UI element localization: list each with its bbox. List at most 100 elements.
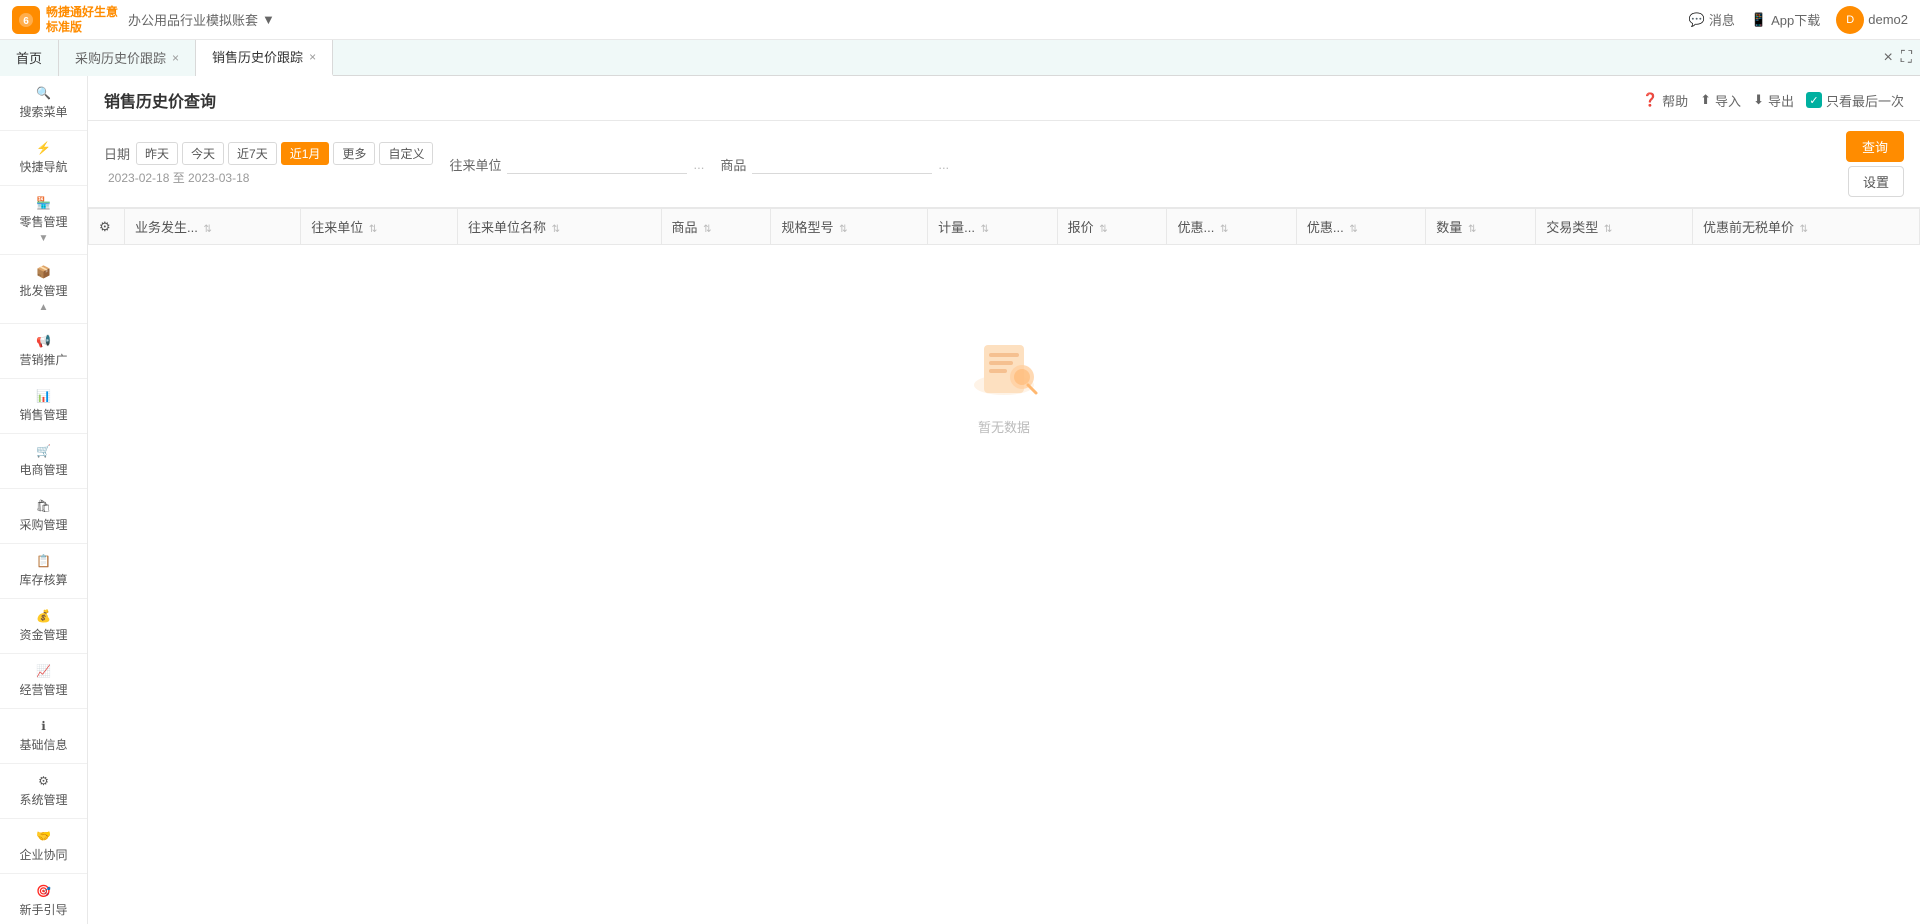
settings-button[interactable]: 设置 bbox=[1848, 166, 1904, 197]
date-btn-1month[interactable]: 近1月 bbox=[281, 142, 330, 165]
tab-home[interactable]: 首页 bbox=[0, 40, 59, 76]
app-selector[interactable]: 办公用品行业模拟账套 ▼ bbox=[128, 10, 275, 29]
sidebar-item-inventory[interactable]: 📋 库存核算 bbox=[0, 544, 87, 599]
col-trade-type-sort: ⇅ bbox=[1604, 224, 1612, 235]
import-action[interactable]: ⬆ 导入 bbox=[1700, 91, 1741, 110]
col-settings[interactable]: ⚙ bbox=[89, 209, 125, 245]
col-discount1-label: 优惠... bbox=[1177, 220, 1214, 235]
new-guide-icon: 🎯 bbox=[36, 884, 51, 898]
date-btn-more[interactable]: 更多 bbox=[333, 142, 375, 165]
col-product-sort: ⇅ bbox=[703, 224, 711, 235]
query-button[interactable]: 查询 bbox=[1846, 131, 1904, 162]
sidebar-item-marketing[interactable]: 📢 营销推广 bbox=[0, 324, 87, 379]
sidebar-item-sales-mgmt[interactable]: 📊 销售管理 bbox=[0, 379, 87, 434]
table-area: ⚙ 业务发生... ⇅ 往来单位 ⇅ 往来单位名称 ⇅ bbox=[88, 208, 1920, 924]
col-pre-tax-price[interactable]: 优惠前无税单价 ⇅ bbox=[1692, 209, 1919, 245]
help-label: 帮助 bbox=[1662, 91, 1688, 110]
col-qty[interactable]: 数量 ⇅ bbox=[1426, 209, 1536, 245]
purchase-tab-close[interactable]: × bbox=[172, 51, 179, 65]
col-unit-name[interactable]: 往来单位名称 ⇅ bbox=[457, 209, 661, 245]
date-btn-today[interactable]: 今天 bbox=[182, 142, 224, 165]
sidebar-label-retail-mgmt: 零售管理 bbox=[19, 213, 67, 230]
content-area: 销售历史价查询 ❓ 帮助 ⬆ 导入 ⬇ 导出 只看最后一次 bbox=[88, 76, 1920, 924]
col-trade-type-label: 交易类型 bbox=[1546, 220, 1598, 235]
ecommerce-mgmt-icon: 🛒 bbox=[36, 444, 51, 458]
message-icon: 💬 bbox=[1689, 12, 1705, 28]
col-product-label: 商品 bbox=[672, 220, 698, 235]
sidebar-item-ops-mgmt[interactable]: 📈 经营管理 bbox=[0, 654, 87, 709]
sidebar-item-wholesale-mgmt[interactable]: 📦 批发管理 ▲ bbox=[0, 255, 87, 324]
date-btn-custom[interactable]: 自定义 bbox=[379, 142, 433, 165]
sidebar-label-new-guide: 新手引导 bbox=[19, 901, 67, 918]
table-header: ⚙ 业务发生... ⇅ 往来单位 ⇅ 往来单位名称 ⇅ bbox=[89, 209, 1920, 245]
sidebar-item-system-mgmt[interactable]: ⚙ 系统管理 bbox=[0, 764, 87, 819]
sidebar-item-enterprise-coop[interactable]: 🤝 企业协同 bbox=[0, 819, 87, 874]
empty-state: 暂无数据 bbox=[89, 245, 1920, 516]
only-last-checkbox[interactable]: 只看最后一次 bbox=[1806, 91, 1904, 110]
sidebar-item-search-menu[interactable]: 🔍 搜索菜单 bbox=[0, 76, 87, 131]
col-unit-code-sort: ⇅ bbox=[369, 224, 377, 235]
date-btn-7days[interactable]: 近7天 bbox=[228, 142, 277, 165]
logo-area: 6 畅捷通好生意 标准版 bbox=[12, 5, 118, 34]
col-discount2[interactable]: 优惠... ⇅ bbox=[1296, 209, 1425, 245]
col-discount2-label: 优惠... bbox=[1307, 220, 1344, 235]
finance-mgmt-icon: 💰 bbox=[36, 609, 51, 623]
col-quote-label: 报价 bbox=[1068, 220, 1094, 235]
user-menu[interactable]: D demo2 bbox=[1836, 6, 1908, 34]
sidebar-label-system-mgmt: 系统管理 bbox=[19, 791, 67, 808]
import-label: 导入 bbox=[1715, 91, 1741, 110]
col-trade-type[interactable]: 交易类型 ⇅ bbox=[1536, 209, 1693, 245]
purchase-tab-label: 采购历史价跟踪 bbox=[75, 48, 166, 67]
filter-area: 日期 昨天 今天 近7天 近1月 更多 自定义 2023-02-18 至 202… bbox=[88, 121, 1920, 208]
app-download-button[interactable]: 📱 App下载 bbox=[1751, 10, 1820, 29]
col-unit[interactable]: 计量... ⇅ bbox=[928, 209, 1057, 245]
app-download-label: App下载 bbox=[1771, 10, 1820, 29]
svg-text:6: 6 bbox=[23, 16, 29, 27]
col-pre-tax-price-sort: ⇅ bbox=[1800, 224, 1808, 235]
col-discount2-sort: ⇅ bbox=[1349, 224, 1357, 235]
system-mgmt-icon: ⚙ bbox=[38, 774, 49, 788]
col-qty-sort: ⇅ bbox=[1468, 224, 1476, 235]
page-title: 销售历史价查询 bbox=[104, 88, 216, 112]
col-spec-sort: ⇅ bbox=[839, 224, 847, 235]
tab-bar: 首页 采购历史价跟踪 × 销售历史价跟踪 × × ⛶ bbox=[0, 40, 1920, 76]
sidebar-label-purchase-mgmt: 采购管理 bbox=[19, 516, 67, 533]
tab-purchase-history[interactable]: 采购历史价跟踪 × bbox=[59, 40, 196, 76]
help-action[interactable]: ❓ 帮助 bbox=[1642, 91, 1688, 110]
sidebar-item-retail-mgmt[interactable]: 🏪 零售管理 ▼ bbox=[0, 186, 87, 255]
fullscreen-action[interactable]: ⛶ bbox=[1901, 49, 1912, 67]
help-icon: ❓ bbox=[1642, 92, 1658, 108]
import-icon: ⬆ bbox=[1700, 92, 1711, 108]
logo-icon: 6 bbox=[12, 6, 40, 34]
tab-sales-history[interactable]: 销售历史价跟踪 × bbox=[196, 40, 333, 76]
from-unit-dots: ... bbox=[693, 157, 704, 172]
checkbox-icon bbox=[1806, 92, 1822, 108]
close-tab-action[interactable]: × bbox=[1883, 49, 1892, 67]
sales-tab-close[interactable]: × bbox=[309, 50, 316, 64]
message-button[interactable]: 💬 消息 bbox=[1689, 10, 1735, 29]
col-biz-date[interactable]: 业务发生... ⇅ bbox=[125, 209, 301, 245]
enterprise-coop-icon: 🤝 bbox=[36, 829, 51, 843]
empty-text: 暂无数据 bbox=[978, 417, 1030, 436]
from-unit-input[interactable] bbox=[507, 154, 687, 174]
col-quote[interactable]: 报价 ⇅ bbox=[1057, 209, 1167, 245]
product-input[interactable] bbox=[752, 154, 932, 174]
col-product[interactable]: 商品 ⇅ bbox=[661, 209, 771, 245]
date-btn-yesterday[interactable]: 昨天 bbox=[136, 142, 178, 165]
sidebar-item-new-guide[interactable]: 🎯 新手引导 bbox=[0, 874, 87, 924]
sidebar-item-ecommerce-mgmt[interactable]: 🛒 电商管理 bbox=[0, 434, 87, 489]
export-action[interactable]: ⬇ 导出 bbox=[1753, 91, 1794, 110]
col-discount1[interactable]: 优惠... ⇅ bbox=[1167, 209, 1296, 245]
sidebar-item-finance-mgmt[interactable]: 💰 资金管理 bbox=[0, 599, 87, 654]
sidebar-item-purchase-mgmt[interactable]: 🛍 采购管理 bbox=[0, 489, 87, 544]
settings-col-icon: ⚙ bbox=[99, 219, 111, 234]
sales-mgmt-icon: 📊 bbox=[36, 389, 51, 403]
date-label: 日期 bbox=[104, 144, 130, 163]
sidebar-item-basic-info[interactable]: ℹ 基础信息 bbox=[0, 709, 87, 764]
col-spec[interactable]: 规格型号 ⇅ bbox=[771, 209, 928, 245]
col-unit-code[interactable]: 往来单位 ⇅ bbox=[301, 209, 458, 245]
sidebar-label-basic-info: 基础信息 bbox=[19, 736, 67, 753]
sidebar-item-quick-nav[interactable]: ⚡ 快捷导航 bbox=[0, 131, 87, 186]
sidebar-label-wholesale-mgmt: 批发管理 bbox=[19, 282, 67, 299]
col-unit-label: 计量... bbox=[938, 220, 975, 235]
